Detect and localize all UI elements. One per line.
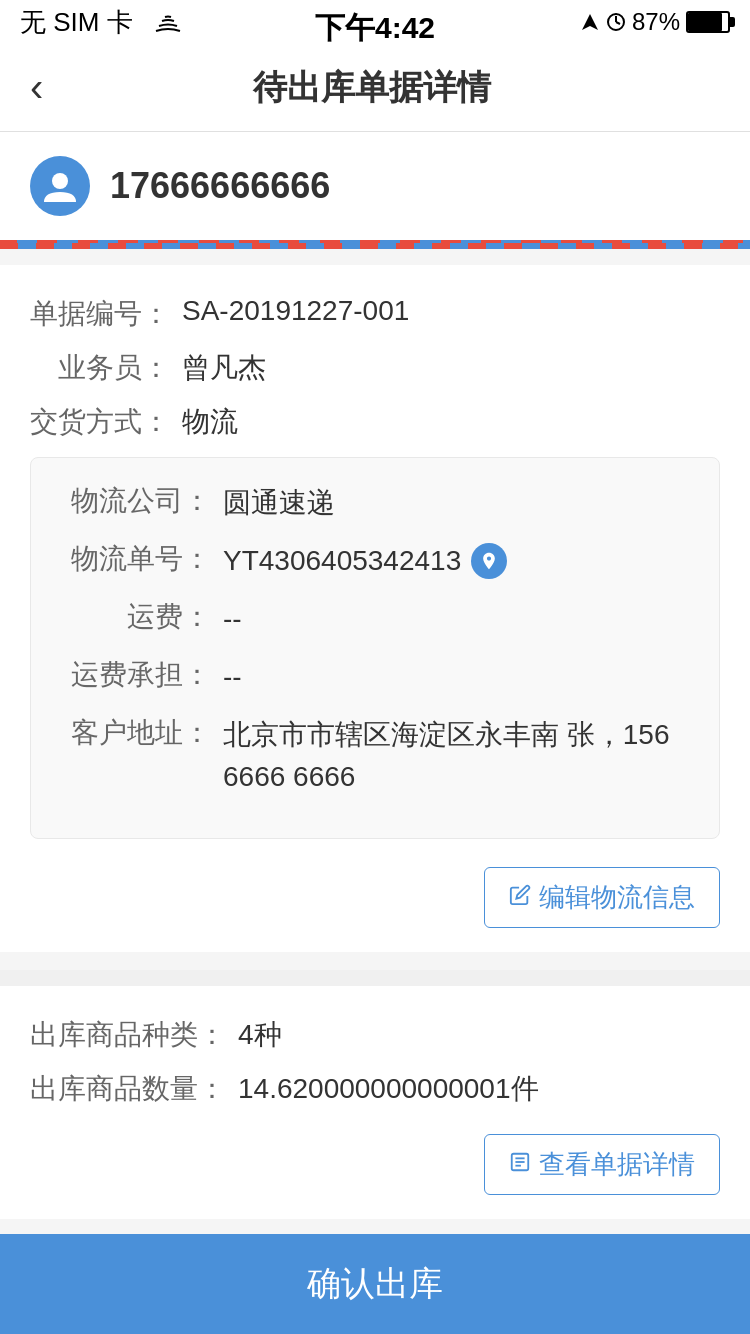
goods-types-label: 出库商品种类： bbox=[30, 1016, 226, 1054]
address-label: 客户地址： bbox=[61, 714, 211, 752]
section-divider bbox=[0, 970, 750, 986]
edit-logistics-label: 编辑物流信息 bbox=[539, 880, 695, 915]
view-details-button[interactable]: 查看单据详情 bbox=[484, 1134, 720, 1195]
delivery-row: 交货方式： 物流 bbox=[30, 403, 720, 441]
back-button[interactable]: ‹ bbox=[30, 65, 43, 110]
logistics-tracking-label: 物流单号： bbox=[61, 540, 211, 578]
delivery-value: 物流 bbox=[182, 403, 720, 441]
freight-pay-value: -- bbox=[223, 656, 689, 698]
freight-pay-row: 运费承担： -- bbox=[61, 656, 689, 698]
order-number-label: 单据编号： bbox=[30, 295, 170, 333]
freight-pay-label: 运费承担： bbox=[61, 656, 211, 694]
status-left: 无 SIM 卡 bbox=[20, 5, 182, 40]
status-bar: 无 SIM 卡 下午4:42 87% bbox=[0, 0, 750, 44]
goods-quantity-value: 14.620000000000001件 bbox=[238, 1070, 720, 1108]
person-icon bbox=[42, 168, 78, 204]
tracking-location-icon[interactable] bbox=[471, 543, 507, 579]
status-right: 87% bbox=[580, 8, 730, 36]
order-number-value: SA-20191227-001 bbox=[182, 295, 720, 327]
customer-phone: 17666666666 bbox=[110, 165, 330, 207]
page-title: 待出库单据详情 bbox=[63, 65, 680, 111]
freight-value: -- bbox=[223, 598, 689, 640]
clock-icon bbox=[606, 12, 626, 32]
svg-point-3 bbox=[52, 173, 68, 189]
battery-percent: 87% bbox=[632, 8, 680, 36]
battery-icon bbox=[686, 11, 730, 33]
view-details-label: 查看单据详情 bbox=[539, 1147, 695, 1182]
goods-quantity-row: 出库商品数量： 14.620000000000001件 bbox=[30, 1070, 720, 1108]
confirm-button-label: 确认出库 bbox=[307, 1261, 443, 1307]
salesman-label: 业务员： bbox=[30, 349, 170, 387]
logistics-card: 物流公司： 圆通速递 物流单号： YT43064053424​13 运费： --… bbox=[30, 457, 720, 839]
avatar bbox=[30, 156, 90, 216]
status-time: 下午4:42 bbox=[315, 8, 435, 49]
document-icon bbox=[509, 1151, 531, 1179]
address-value: 北京市市辖区海淀区永丰南 张，156 6666 6666 bbox=[223, 714, 689, 798]
freight-row: 运费： -- bbox=[61, 598, 689, 640]
salesman-value: 曾凡杰 bbox=[182, 349, 720, 387]
logistics-company-row: 物流公司： 圆通速递 bbox=[61, 482, 689, 524]
logistics-company-label: 物流公司： bbox=[61, 482, 211, 520]
dashed-divider bbox=[0, 243, 750, 249]
customer-header: 17666666666 bbox=[0, 132, 750, 243]
location-indicator-icon bbox=[580, 12, 600, 32]
salesman-row: 业务员： 曾凡杰 bbox=[30, 349, 720, 387]
goods-types-value: 4种 bbox=[238, 1016, 720, 1054]
order-number-row: 单据编号： SA-20191227-001 bbox=[30, 295, 720, 333]
goods-quantity-label: 出库商品数量： bbox=[30, 1070, 226, 1108]
svg-line-2 bbox=[616, 22, 620, 24]
goods-section: 出库商品种类： 4种 出库商品数量： 14.620000000000001件 查… bbox=[0, 986, 750, 1219]
edit-logistics-button[interactable]: 编辑物流信息 bbox=[484, 867, 720, 928]
logistics-tracking-value: YT43064053424​13 bbox=[223, 540, 689, 582]
edit-icon bbox=[509, 884, 531, 912]
nav-bar: ‹ 待出库单据详情 bbox=[0, 44, 750, 132]
address-row: 客户地址： 北京市市辖区海淀区永丰南 张，156 6666 6666 bbox=[61, 714, 689, 798]
edit-btn-row: 编辑物流信息 bbox=[30, 857, 720, 932]
order-info-section: 单据编号： SA-20191227-001 业务员： 曾凡杰 交货方式： 物流 … bbox=[0, 265, 750, 952]
goods-types-row: 出库商品种类： 4种 bbox=[30, 1016, 720, 1054]
logistics-company-value: 圆通速递 bbox=[223, 482, 689, 524]
logistics-tracking-row: 物流单号： YT43064053424​13 bbox=[61, 540, 689, 582]
delivery-label: 交货方式： bbox=[30, 403, 170, 441]
view-btn-row: 查看单据详情 bbox=[30, 1124, 720, 1199]
freight-label: 运费： bbox=[61, 598, 211, 636]
confirm-button[interactable]: 确认出库 bbox=[0, 1234, 750, 1334]
